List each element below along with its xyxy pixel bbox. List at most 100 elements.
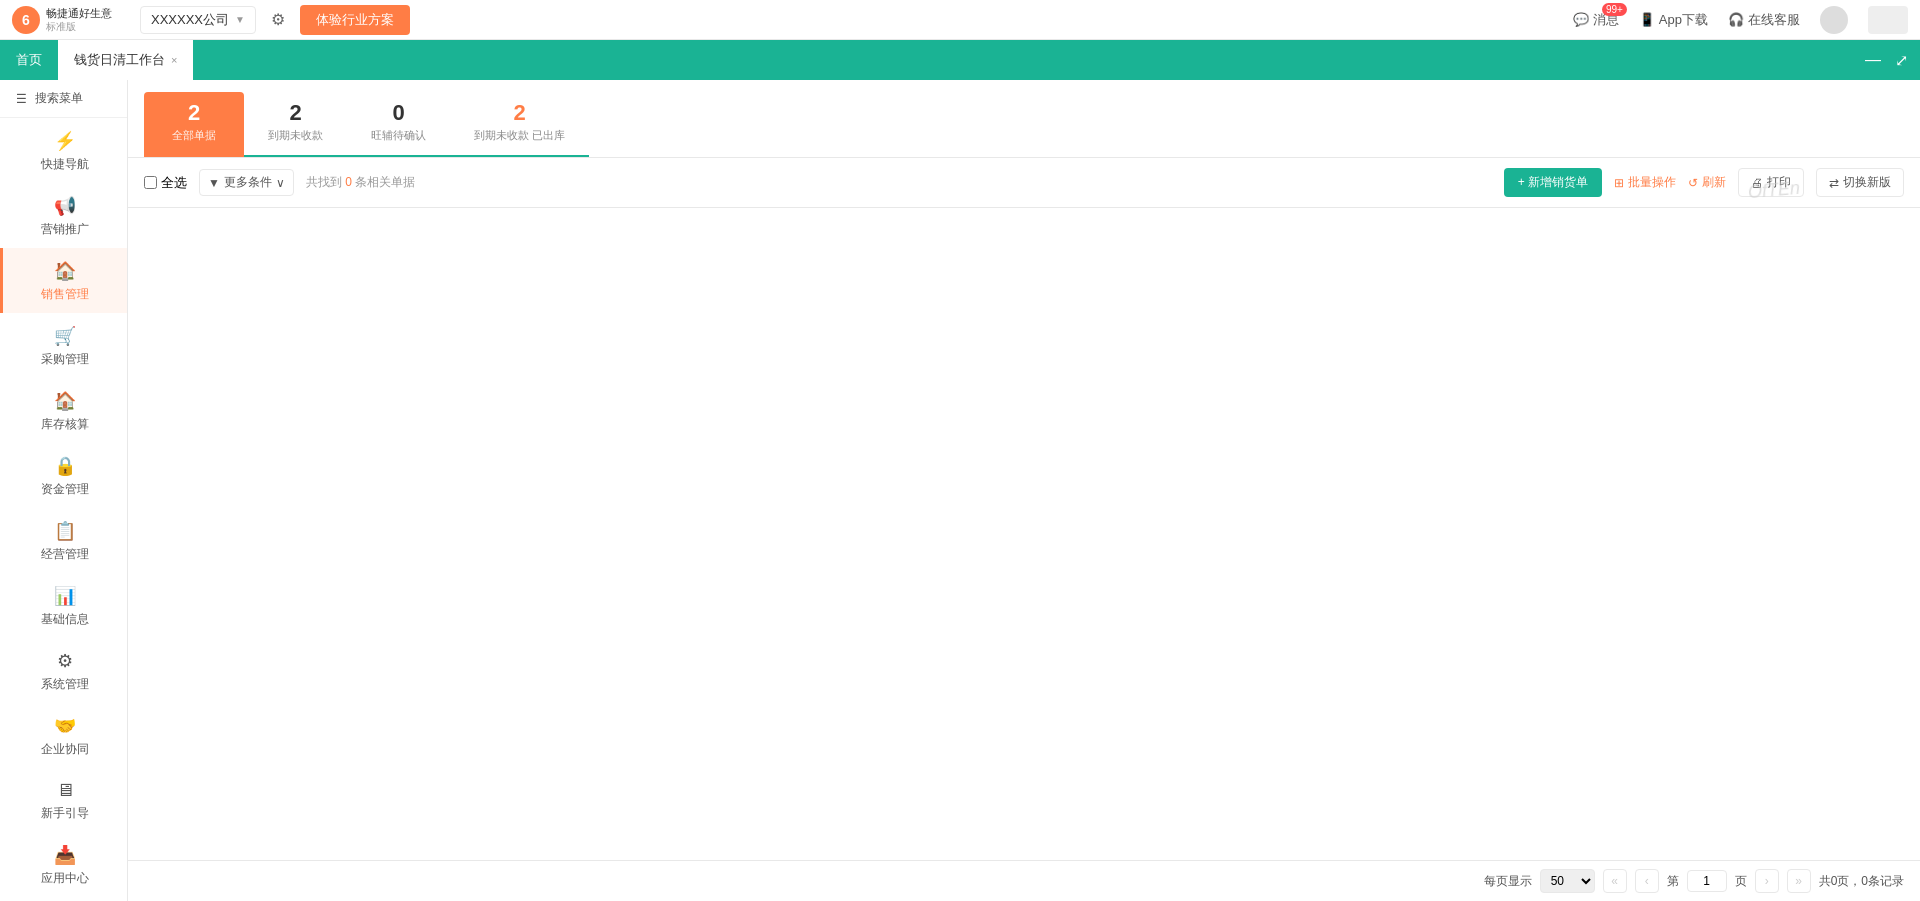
last-page-button[interactable]: » bbox=[1787, 869, 1811, 893]
stat-label-overdue-out: 到期未收款 已出库 bbox=[474, 128, 565, 143]
toolbar-right: + 新增销货单 ⊞ 批量操作 ↺ 刷新 🖨 打印 ⇄ 切换新版 bbox=[1504, 168, 1904, 197]
sidebar-item-label: 营销推广 bbox=[41, 221, 89, 238]
main-layout: ☰ 搜索菜单 ⚡ 快捷导航 📢 营销推广 🏠 销售管理 🛒 采购管理 🏠 库存核… bbox=[0, 80, 1920, 901]
message-icon: 💬 bbox=[1573, 12, 1589, 27]
search-icon: ☰ bbox=[16, 92, 27, 106]
sidebar-item-sales[interactable]: 🏠 销售管理 bbox=[0, 248, 127, 313]
page-input[interactable] bbox=[1687, 870, 1727, 892]
logo-icon: 6 bbox=[12, 6, 40, 34]
sidebar-item-basic[interactable]: 📊 基础信息 bbox=[0, 573, 127, 638]
logo-text: 畅捷通好生意 标准版 bbox=[46, 6, 112, 33]
print-button[interactable]: 🖨 打印 bbox=[1738, 168, 1804, 197]
tab-close-icon[interactable]: × bbox=[171, 54, 177, 66]
sidebar-item-label: 应用中心 bbox=[41, 870, 89, 887]
stat-tab-all[interactable]: 2 全部单据 bbox=[144, 92, 244, 157]
first-page-button[interactable]: « bbox=[1603, 869, 1627, 893]
tab-bar-right: — ⤢ bbox=[1861, 47, 1920, 74]
sidebar-item-inventory[interactable]: 🏠 库存核算 bbox=[0, 378, 127, 443]
chevron-down-icon: ∨ bbox=[276, 176, 285, 190]
select-all-input[interactable] bbox=[144, 176, 157, 189]
switch-version-button[interactable]: ⇄ 切换新版 bbox=[1816, 168, 1904, 197]
finance-icon: 🔒 bbox=[54, 455, 76, 477]
page-label: 第 bbox=[1667, 873, 1679, 890]
stats-tabs: 2 全部单据 2 到期未收款 0 旺辅待确认 2 到期未收款 已出库 bbox=[128, 80, 1920, 158]
found-text: 共找到 0 条相关单据 bbox=[306, 174, 415, 191]
tab-qianhuoriciqing[interactable]: 钱货日清工作台 × bbox=[58, 40, 193, 80]
marketing-icon: 📢 bbox=[54, 195, 76, 217]
total-label: 共0页，0条记录 bbox=[1819, 873, 1904, 890]
sidebar-item-label: 新手引导 bbox=[41, 805, 89, 822]
sidebar: ☰ 搜索菜单 ⚡ 快捷导航 📢 营销推广 🏠 销售管理 🛒 采购管理 🏠 库存核… bbox=[0, 80, 128, 901]
messages-badge: 99+ bbox=[1602, 3, 1627, 16]
dropdown-arrow-icon: ▼ bbox=[235, 14, 245, 25]
sidebar-item-operation[interactable]: 📋 经营管理 bbox=[0, 508, 127, 573]
sidebar-item-label: 基础信息 bbox=[41, 611, 89, 628]
user-menu[interactable] bbox=[1868, 6, 1908, 34]
select-all-label: 全选 bbox=[161, 174, 187, 192]
pagination: 每页显示 50 20 100 « ‹ 第 页 › » 共0页，0条记录 bbox=[128, 860, 1920, 901]
switch-icon: ⇄ bbox=[1829, 176, 1839, 190]
company-selector[interactable]: XXXXXX公司 ▼ bbox=[140, 6, 256, 34]
sidebar-item-purchase[interactable]: 🛒 采购管理 bbox=[0, 313, 127, 378]
sales-icon: 🏠 bbox=[54, 260, 76, 282]
sidebar-item-quick-nav[interactable]: ⚡ 快捷导航 bbox=[0, 118, 127, 183]
tab-home[interactable]: 首页 bbox=[0, 40, 58, 80]
sidebar-item-label: 快捷导航 bbox=[41, 156, 89, 173]
toolbar: 全选 ▼ 更多条件 ∨ 共找到 0 条相关单据 + 新增销货单 ⊞ 批量操作 ↺ bbox=[128, 158, 1920, 208]
experience-button[interactable]: 体验行业方案 bbox=[300, 5, 410, 35]
add-sale-button[interactable]: + 新增销货单 bbox=[1504, 168, 1602, 197]
tab-minimize-button[interactable]: — bbox=[1861, 47, 1885, 73]
guide-icon: 🖥 bbox=[56, 780, 74, 801]
avatar[interactable] bbox=[1820, 6, 1848, 34]
stat-label-overdue: 到期未收款 bbox=[268, 128, 323, 143]
cooperation-icon: 🤝 bbox=[54, 715, 76, 737]
sidebar-item-apps[interactable]: 📥 应用中心 bbox=[0, 832, 127, 897]
app-download-button[interactable]: 📱 App下载 bbox=[1639, 11, 1708, 29]
search-menu-item[interactable]: ☰ 搜索菜单 bbox=[0, 80, 127, 118]
stat-num-overdue-out: 2 bbox=[474, 100, 565, 126]
operation-icon: 📋 bbox=[54, 520, 76, 542]
sidebar-item-wechat[interactable]: 💬 企业微信 bbox=[0, 897, 127, 901]
quick-nav-icon: ⚡ bbox=[54, 130, 76, 152]
stat-label-all: 全部单据 bbox=[168, 128, 220, 143]
stat-tab-overdue[interactable]: 2 到期未收款 bbox=[244, 92, 347, 157]
select-all-checkbox[interactable]: 全选 bbox=[144, 174, 187, 192]
next-page-button[interactable]: › bbox=[1755, 869, 1779, 893]
sidebar-item-cooperation[interactable]: 🤝 企业协同 bbox=[0, 703, 127, 768]
batch-icon: ⊞ bbox=[1614, 176, 1624, 190]
more-filter-button[interactable]: ▼ 更多条件 ∨ bbox=[199, 169, 294, 196]
per-page-select[interactable]: 50 20 100 bbox=[1540, 869, 1595, 893]
stat-num-overdue: 2 bbox=[268, 100, 323, 126]
tab-maximize-button[interactable]: ⤢ bbox=[1891, 47, 1912, 74]
print-icon: 🖨 bbox=[1751, 176, 1763, 190]
stat-label-pending: 旺辅待确认 bbox=[371, 128, 426, 143]
table-area bbox=[128, 208, 1920, 860]
download-icon: 📱 bbox=[1639, 12, 1655, 27]
refresh-button[interactable]: ↺ 刷新 bbox=[1688, 174, 1726, 191]
refresh-icon: ↺ bbox=[1688, 176, 1698, 190]
system-icon: ⚙ bbox=[57, 650, 73, 672]
sidebar-item-guide[interactable]: 🖥 新手引导 bbox=[0, 768, 127, 832]
sidebar-item-system[interactable]: ⚙ 系统管理 bbox=[0, 638, 127, 703]
stat-tab-overdue-out[interactable]: 2 到期未收款 已出库 bbox=[450, 92, 589, 157]
sidebar-item-label: 企业协同 bbox=[41, 741, 89, 758]
messages-button[interactable]: 💬 消息 99+ bbox=[1573, 11, 1619, 29]
basic-icon: 📊 bbox=[54, 585, 76, 607]
apps-icon: 📥 bbox=[54, 844, 76, 866]
header-right: 💬 消息 99+ 📱 App下载 🎧 在线客服 bbox=[1573, 6, 1908, 34]
settings-button[interactable]: ⚙ bbox=[264, 6, 292, 34]
sidebar-item-label: 采购管理 bbox=[41, 351, 89, 368]
sidebar-item-label: 销售管理 bbox=[41, 286, 89, 303]
service-icon: 🎧 bbox=[1728, 12, 1744, 27]
sidebar-item-label: 库存核算 bbox=[41, 416, 89, 433]
sidebar-item-label: 资金管理 bbox=[41, 481, 89, 498]
content-area: 2 全部单据 2 到期未收款 0 旺辅待确认 2 到期未收款 已出库 全选 bbox=[128, 80, 1920, 901]
top-header: 6 畅捷通好生意 标准版 XXXXXX公司 ▼ ⚙ 体验行业方案 💬 消息 99… bbox=[0, 0, 1920, 40]
sidebar-item-finance[interactable]: 🔒 资金管理 bbox=[0, 443, 127, 508]
batch-button[interactable]: ⊞ 批量操作 bbox=[1614, 174, 1676, 191]
online-service-button[interactable]: 🎧 在线客服 bbox=[1728, 11, 1800, 29]
prev-page-button[interactable]: ‹ bbox=[1635, 869, 1659, 893]
stat-tab-pending[interactable]: 0 旺辅待确认 bbox=[347, 92, 450, 157]
stat-num-pending: 0 bbox=[371, 100, 426, 126]
sidebar-item-marketing[interactable]: 📢 营销推广 bbox=[0, 183, 127, 248]
